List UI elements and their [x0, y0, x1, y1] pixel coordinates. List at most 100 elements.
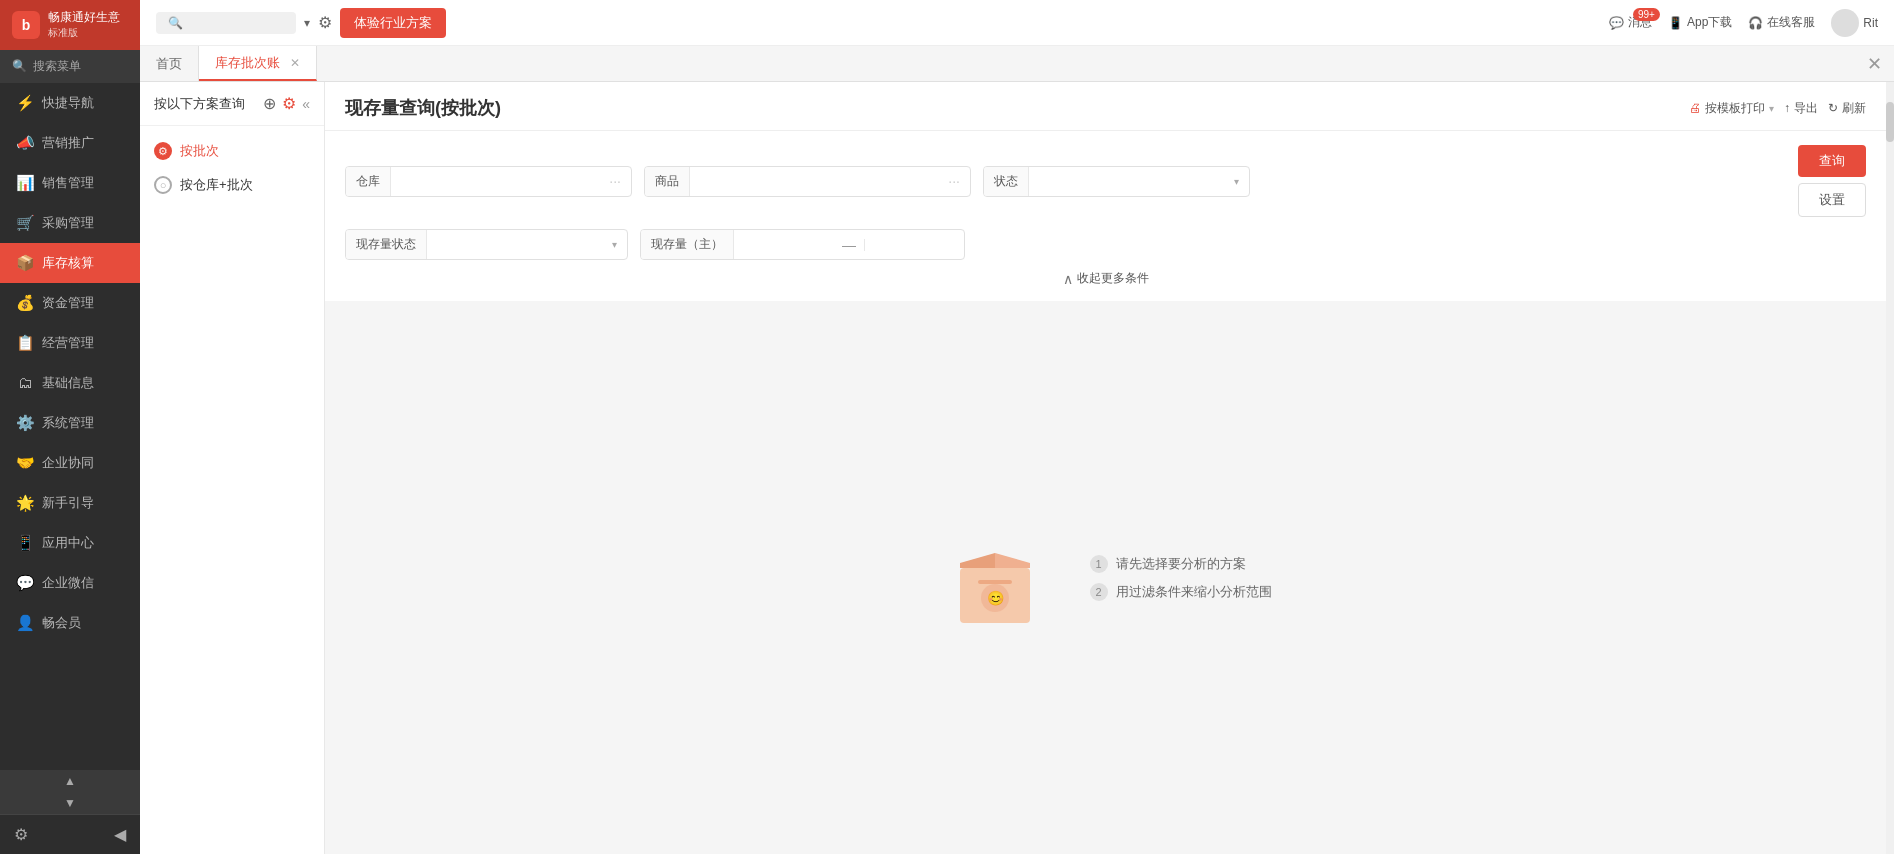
collapse-panel-icon[interactable]: «	[302, 96, 310, 112]
enterprise-icon: 🤝	[16, 454, 34, 472]
warehouse-input[interactable]: ···	[391, 167, 631, 195]
sidebar-item-sales[interactable]: 📊 销售管理	[0, 163, 140, 203]
sidebar-item-label: 销售管理	[42, 174, 94, 192]
filter-settings-button[interactable]: 设置	[1798, 183, 1866, 217]
collapse-sidebar-icon[interactable]: ◀	[114, 825, 126, 844]
stock-qty-separator: —	[834, 237, 864, 253]
sidebar-item-quick-nav[interactable]: ⚡ 快捷导航	[0, 83, 140, 123]
empty-text-container: 1 请先选择要分析的方案 2 用过滤条件来缩小分析范围	[1090, 555, 1272, 601]
topbar-gear-icon[interactable]: ⚙	[318, 13, 332, 32]
tab-home[interactable]: 首页	[140, 46, 199, 81]
scheme-inactive-icon: ○	[154, 176, 172, 194]
tabbar: 首页 库存批次账 ✕ ✕	[140, 46, 1894, 82]
product-field: 商品 ···	[644, 166, 971, 197]
messages-btn[interactable]: 💬 消息 99+	[1609, 14, 1652, 31]
svg-marker-2	[995, 553, 1030, 568]
collapse-more-btn[interactable]: ∧ 收起更多条件	[345, 270, 1866, 287]
sidebar-item-wechat[interactable]: 💬 企业微信	[0, 563, 140, 603]
scheme-item-label: 按仓库+批次	[180, 176, 253, 194]
phone-icon: 📱	[1668, 16, 1683, 30]
sidebar-footer: ⚙ ◀	[0, 814, 140, 854]
stock-status-label: 现存量状态	[346, 230, 427, 259]
export-btn[interactable]: ↑ 导出	[1784, 100, 1818, 117]
sidebar-item-apps[interactable]: 📱 应用中心	[0, 523, 140, 563]
filter-area: 仓库 ··· 商品 ···	[325, 131, 1886, 301]
scheme-item-batch[interactable]: ⚙ 按批次	[140, 134, 324, 168]
purchase-icon: 🛒	[16, 214, 34, 232]
online-service-btn[interactable]: 🎧 在线客服	[1748, 14, 1815, 31]
sidebar-item-system[interactable]: ⚙️ 系统管理	[0, 403, 140, 443]
scroll-track	[1886, 82, 1894, 854]
print-dropdown-icon[interactable]: ▾	[1769, 103, 1774, 114]
tab-close-icon[interactable]: ✕	[290, 56, 300, 70]
scheme-settings-icon[interactable]: ⚙	[282, 94, 296, 113]
app-title: 畅康通好生意	[48, 10, 120, 26]
scroll-thumb[interactable]	[1886, 102, 1894, 142]
user-avatar	[1831, 9, 1859, 37]
collapse-icon: ∧	[1063, 271, 1073, 287]
warehouse-dots[interactable]: ···	[609, 173, 621, 189]
page-header: 现存量查询(按批次) 🖨 按模板打印 ▾ ↑ 导出 ↻ 刷新	[325, 82, 1886, 131]
app-download-btn[interactable]: 📱 App下载	[1668, 14, 1732, 31]
scroll-up-btn[interactable]: ▲	[0, 770, 140, 792]
page-title: 现存量查询(按批次)	[345, 96, 501, 120]
sidebar-item-purchase[interactable]: 🛒 采购管理	[0, 203, 140, 243]
sidebar-item-inventory[interactable]: 📦 库存核算	[0, 243, 140, 283]
wechat-icon: 💬	[16, 574, 34, 592]
sidebar-item-basic[interactable]: 🗂 基础信息	[0, 363, 140, 403]
tab-panel-close-icon[interactable]: ✕	[1855, 53, 1894, 75]
stock-status-input[interactable]: ▾	[427, 233, 627, 256]
tab-home-label: 首页	[156, 55, 182, 73]
sidebar-item-label: 营销推广	[42, 134, 94, 152]
right-scrollbar[interactable]	[1886, 82, 1894, 854]
status-field: 状态 ▾	[983, 166, 1250, 197]
user-avatar-area[interactable]: Rit	[1831, 9, 1878, 37]
stock-qty-to[interactable]	[864, 239, 964, 251]
refresh-icon: ↻	[1828, 101, 1838, 115]
headset-icon: 🎧	[1748, 16, 1763, 30]
topbar-dropdown-arrow[interactable]: ▾	[304, 16, 310, 30]
marketing-icon: 📣	[16, 134, 34, 152]
step-2-text: 用过滤条件来缩小分析范围	[1116, 583, 1272, 601]
product-input[interactable]: ···	[690, 167, 970, 195]
sidebar-item-label: 畅会员	[42, 614, 81, 632]
empty-state: 😊 1 请先选择要分析的方案 2 用过滤条件来缩小分析范围	[325, 301, 1886, 854]
sidebar-item-operation[interactable]: 📋 经营管理	[0, 323, 140, 363]
stock-status-dropdown-icon[interactable]: ▾	[612, 239, 617, 250]
print-icon: 🖨	[1689, 101, 1701, 115]
topbar-search[interactable]: 🔍	[156, 12, 296, 34]
status-input[interactable]: ▾	[1029, 170, 1249, 193]
sidebar-item-marketing[interactable]: 📣 营销推广	[0, 123, 140, 163]
empty-step-2: 2 用过滤条件来缩小分析范围	[1090, 583, 1272, 601]
content-area: 按以下方案查询 ⊕ ⚙ « ⚙ 按批次 ○ 按仓库+批次	[140, 82, 1894, 854]
messages-badge: 99+	[1633, 8, 1660, 21]
stock-qty-from[interactable]	[734, 239, 834, 251]
online-service-label: 在线客服	[1767, 14, 1815, 31]
step-2-num: 2	[1090, 583, 1108, 601]
scheme-item-warehouse-batch[interactable]: ○ 按仓库+批次	[140, 168, 324, 202]
product-dots[interactable]: ···	[948, 173, 960, 189]
svg-marker-1	[960, 553, 995, 568]
experience-button[interactable]: 体验行业方案	[340, 8, 446, 38]
sidebar-item-guide[interactable]: 🌟 新手引导	[0, 483, 140, 523]
filter-row-2: 现存量状态 ▾ 现存量（主） —	[345, 229, 1866, 260]
main-area: 🔍 ▾ ⚙ 体验行业方案 💬 消息 99+ 📱 App下载 🎧 在线客服	[140, 0, 1894, 854]
empty-step-1: 1 请先选择要分析的方案	[1090, 555, 1272, 573]
settings-icon[interactable]: ⚙	[14, 825, 28, 844]
sidebar-item-enterprise[interactable]: 🤝 企业协同	[0, 443, 140, 483]
scroll-down-btn[interactable]: ▼	[0, 792, 140, 814]
empty-illustration: 😊	[940, 518, 1060, 638]
query-button[interactable]: 查询	[1798, 145, 1866, 177]
tab-batch-account[interactable]: 库存批次账 ✕	[199, 46, 317, 81]
add-scheme-icon[interactable]: ⊕	[263, 94, 276, 113]
print-btn[interactable]: 🖨 按模板打印 ▾	[1689, 100, 1774, 117]
sidebar-item-member[interactable]: 👤 畅会员	[0, 603, 140, 643]
refresh-btn[interactable]: ↻ 刷新	[1828, 100, 1866, 117]
sidebar-search[interactable]: 🔍 搜索菜单	[0, 50, 140, 83]
filter-row-1: 仓库 ··· 商品 ···	[345, 145, 1866, 217]
export-label: 导出	[1794, 100, 1818, 117]
print-label: 按模板打印	[1705, 100, 1765, 117]
filter-actions: 查询 设置	[1798, 145, 1866, 217]
sidebar-item-finance[interactable]: 💰 资金管理	[0, 283, 140, 323]
status-dropdown-icon[interactable]: ▾	[1234, 176, 1239, 187]
